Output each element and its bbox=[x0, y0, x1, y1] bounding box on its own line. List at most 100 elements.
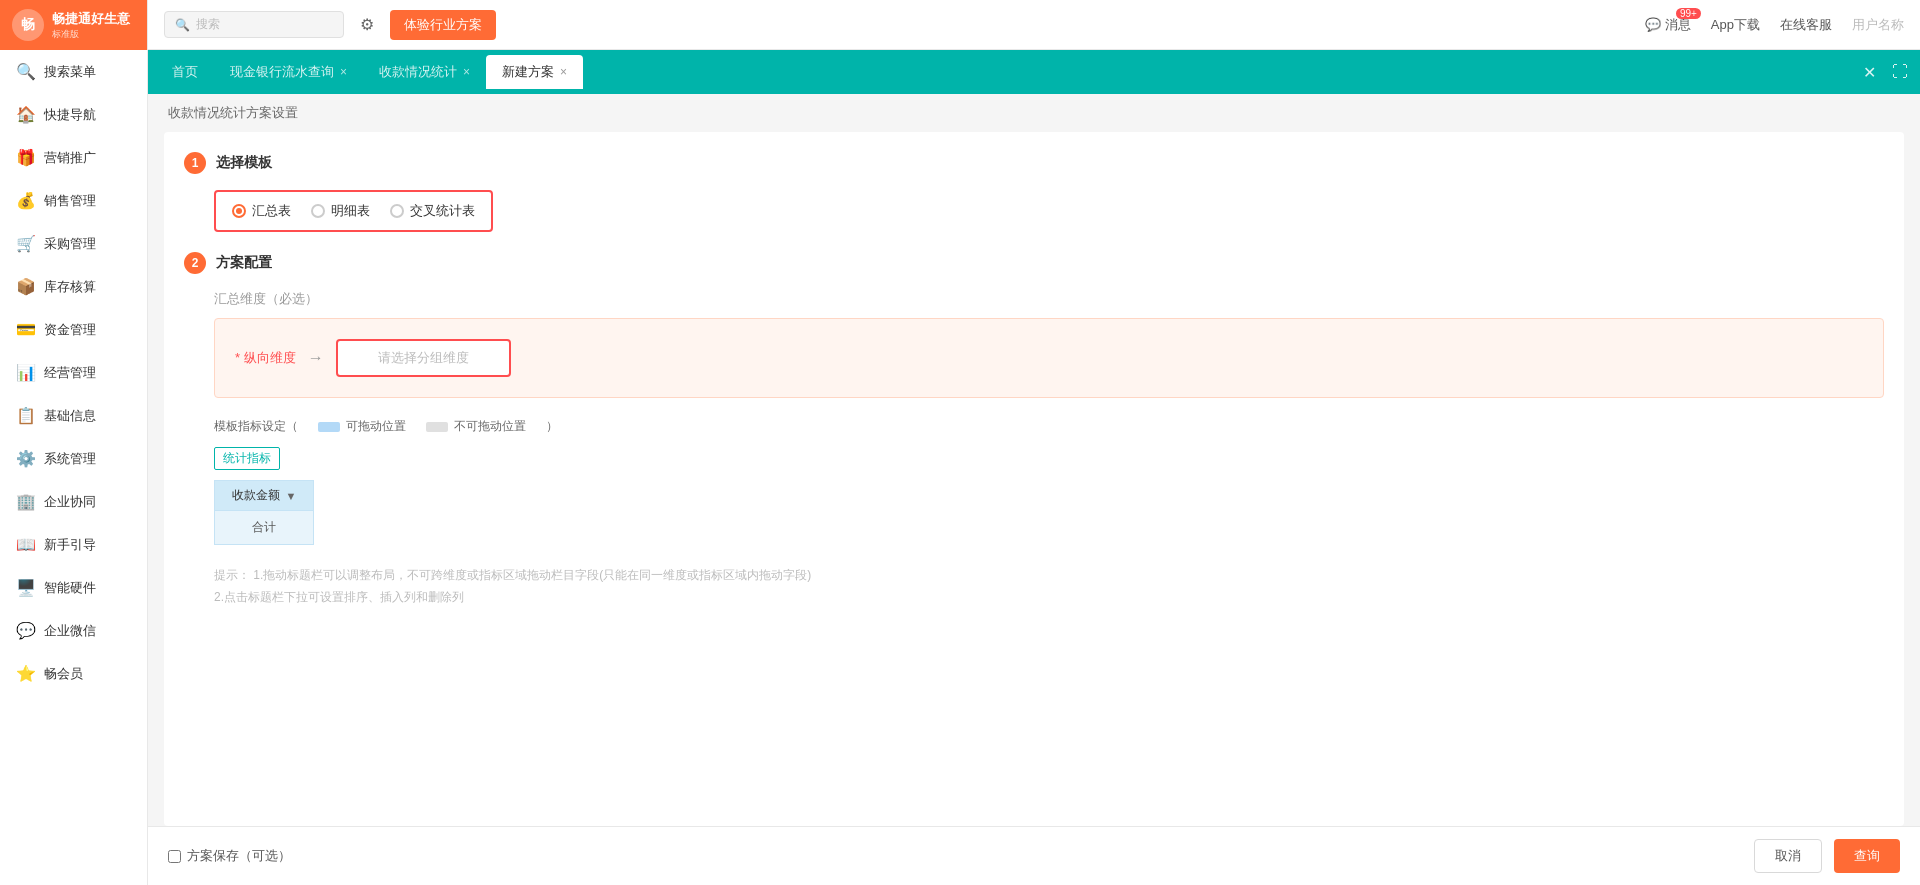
sidebar-item-search[interactable]: 🔍 搜索菜单 bbox=[0, 50, 147, 93]
search-icon: 🔍 bbox=[16, 62, 36, 81]
box-icon: 📦 bbox=[16, 277, 36, 296]
tip1-text: 1.拖动标题栏可以调整布局，不可跨维度或指标区域拖动栏目字段(只能在同一维度或指… bbox=[253, 568, 811, 582]
topbar-right: 💬 99+ 消息 App下载 在线客服 用户名称 bbox=[1645, 16, 1904, 34]
radio-detail[interactable]: 明细表 bbox=[311, 202, 370, 220]
draggable-label: 可拖动位置 bbox=[346, 418, 406, 435]
draggable-color-swatch bbox=[318, 422, 340, 432]
metrics-section: 模板指标设定（ 可拖动位置 不可拖动位置 ） 统计指标 bbox=[214, 418, 1884, 545]
metric-card-header[interactable]: 收款金额 ▼ bbox=[215, 481, 313, 511]
search-menu-icon: 🔍 bbox=[175, 18, 190, 32]
radio-detail-circle[interactable] bbox=[311, 204, 325, 218]
message-icon: 💬 bbox=[1645, 17, 1661, 32]
search-menu-placeholder: 搜索 bbox=[196, 16, 220, 33]
sidebar-label-sales: 销售管理 bbox=[44, 192, 96, 210]
tab-cashflow-close[interactable]: × bbox=[340, 65, 347, 79]
tips-label: 提示： bbox=[214, 568, 250, 582]
metric-card-body: 合计 bbox=[215, 511, 313, 544]
trial-industry-button[interactable]: 体验行业方案 bbox=[390, 10, 496, 40]
fixed-label: 不可拖动位置 bbox=[454, 418, 526, 435]
sidebar-item-base[interactable]: 📋 基础信息 bbox=[0, 394, 147, 437]
radio-cross[interactable]: 交叉统计表 bbox=[390, 202, 475, 220]
sidebar-label-wechat: 企业微信 bbox=[44, 622, 96, 640]
sidebar-item-inventory[interactable]: 📦 库存核算 bbox=[0, 265, 147, 308]
step2-header: 2 方案配置 bbox=[184, 252, 1884, 274]
notification-badge[interactable]: 💬 99+ 消息 bbox=[1645, 16, 1691, 34]
fixed-legend: 不可拖动位置 bbox=[426, 418, 526, 435]
draggable-legend: 可拖动位置 bbox=[318, 418, 406, 435]
bottom-bar: 方案保存（可选） 取消 查询 bbox=[148, 826, 1920, 885]
save-checkbox[interactable] bbox=[168, 850, 181, 863]
user-name[interactable]: 用户名称 bbox=[1852, 16, 1904, 34]
sidebar-logo: 畅 畅捷通好生意 标准版 bbox=[0, 0, 147, 50]
tip2-text: 2.点击标题栏下拉可设置排序、插入列和删除列 bbox=[214, 590, 464, 604]
radio-summary[interactable]: 汇总表 bbox=[232, 202, 291, 220]
star-icon: ⭐ bbox=[16, 664, 36, 683]
sidebar-item-system[interactable]: ⚙️ 系统管理 bbox=[0, 437, 147, 480]
logo-text: 畅捷通好生意 bbox=[52, 10, 130, 28]
sidebar-label-marketing: 营销推广 bbox=[44, 149, 96, 167]
tab-new-plan-label: 新建方案 bbox=[502, 63, 554, 81]
sidebar-label-inventory: 库存核算 bbox=[44, 278, 96, 296]
dimension-area: 纵向维度 → 请选择分组维度 bbox=[214, 318, 1884, 398]
sidebar-item-guide[interactable]: 📖 新手引导 bbox=[0, 523, 147, 566]
tab-home[interactable]: 首页 bbox=[156, 55, 214, 89]
dimension-row: 纵向维度 → 请选择分组维度 bbox=[235, 339, 511, 377]
close-all-icon[interactable]: ✕ bbox=[1859, 59, 1880, 86]
content-area: 收款情况统计方案设置 1 选择模板 汇总表 明细表 bbox=[148, 94, 1920, 885]
topbar: 🔍 搜索 ⚙ 体验行业方案 💬 99+ 消息 App下载 在线客服 用户名称 bbox=[148, 0, 1920, 50]
gear-icon: ⚙️ bbox=[16, 449, 36, 468]
tab-cashflow[interactable]: 现金银行流水查询 × bbox=[214, 55, 363, 89]
sidebar-label-corp: 企业协同 bbox=[44, 493, 96, 511]
cancel-button[interactable]: 取消 bbox=[1754, 839, 1822, 873]
sidebar-label-system: 系统管理 bbox=[44, 450, 96, 468]
main-content: 🔍 搜索 ⚙ 体验行业方案 💬 99+ 消息 App下载 在线客服 用户名称 首… bbox=[148, 0, 1920, 885]
support-label[interactable]: 在线客服 bbox=[1780, 16, 1832, 34]
tips-section: 提示： 1.拖动标题栏可以调整布局，不可跨维度或指标区域拖动栏目字段(只能在同一… bbox=[214, 565, 1884, 608]
download-label[interactable]: App下载 bbox=[1711, 16, 1760, 34]
step2-num: 2 bbox=[184, 252, 206, 274]
sidebar-item-sales[interactable]: 💰 销售管理 bbox=[0, 179, 147, 222]
sidebar-item-wechat[interactable]: 💬 企业微信 bbox=[0, 609, 147, 652]
tab-new-plan[interactable]: 新建方案 × bbox=[486, 55, 583, 89]
sidebar-label-base: 基础信息 bbox=[44, 407, 96, 425]
dimension-placeholder[interactable]: 请选择分组维度 bbox=[336, 339, 511, 377]
gift-icon: 🎁 bbox=[16, 148, 36, 167]
sidebar-item-operations[interactable]: 📊 经营管理 bbox=[0, 351, 147, 394]
settings-icon[interactable]: ⚙ bbox=[360, 15, 374, 34]
expand-icon[interactable]: ⛶ bbox=[1888, 59, 1912, 86]
query-button[interactable]: 查询 bbox=[1834, 839, 1900, 873]
money-icon: 💰 bbox=[16, 191, 36, 210]
sidebar-label-purchase: 采购管理 bbox=[44, 235, 96, 253]
chart-icon: 📊 bbox=[16, 363, 36, 382]
radio-summary-circle[interactable] bbox=[232, 204, 246, 218]
sidebar-item-finance[interactable]: 💳 资金管理 bbox=[0, 308, 147, 351]
sidebar-item-purchase[interactable]: 🛒 采购管理 bbox=[0, 222, 147, 265]
tab-new-plan-close[interactable]: × bbox=[560, 65, 567, 79]
sidebar-item-hardware[interactable]: 🖥️ 智能硬件 bbox=[0, 566, 147, 609]
tab-receipts-label: 收款情况统计 bbox=[379, 63, 457, 81]
tab-receipts-close[interactable]: × bbox=[463, 65, 470, 79]
radio-cross-circle[interactable] bbox=[390, 204, 404, 218]
sidebar-label-guide: 新手引导 bbox=[44, 536, 96, 554]
save-option: 方案保存（可选） bbox=[168, 847, 291, 865]
clipboard-icon: 📋 bbox=[16, 406, 36, 425]
book-icon: 📖 bbox=[16, 535, 36, 554]
metric-dropdown-icon[interactable]: ▼ bbox=[286, 490, 297, 502]
metrics-legend: 模板指标设定（ 可拖动位置 不可拖动位置 ） bbox=[214, 418, 1884, 435]
sidebar-item-corp[interactable]: 🏢 企业协同 bbox=[0, 480, 147, 523]
sidebar-item-vip[interactable]: ⭐ 畅会员 bbox=[0, 652, 147, 695]
tab-receipts[interactable]: 收款情况统计 × bbox=[363, 55, 486, 89]
dimension-placeholder-text: 请选择分组维度 bbox=[378, 350, 469, 365]
metrics-grid: 收款金额 ▼ 合计 bbox=[214, 480, 1884, 545]
tabbar: 首页 现金银行流水查询 × 收款情况统计 × 新建方案 × ✕ ⛶ bbox=[148, 50, 1920, 94]
sidebar-item-quick-nav[interactable]: 🏠 快捷导航 bbox=[0, 93, 147, 136]
vertical-dim-label: 纵向维度 bbox=[235, 349, 296, 367]
fixed-color-swatch bbox=[426, 422, 448, 432]
sidebar-label-vip: 畅会员 bbox=[44, 665, 83, 683]
menu-search-box[interactable]: 🔍 搜索 bbox=[164, 11, 344, 38]
home-icon: 🏠 bbox=[16, 105, 36, 124]
notification-count: 99+ bbox=[1676, 8, 1701, 19]
metric-card-receipts: 收款金额 ▼ 合计 bbox=[214, 480, 314, 545]
sidebar-item-marketing[interactable]: 🎁 营销推广 bbox=[0, 136, 147, 179]
building-icon: 🏢 bbox=[16, 492, 36, 511]
